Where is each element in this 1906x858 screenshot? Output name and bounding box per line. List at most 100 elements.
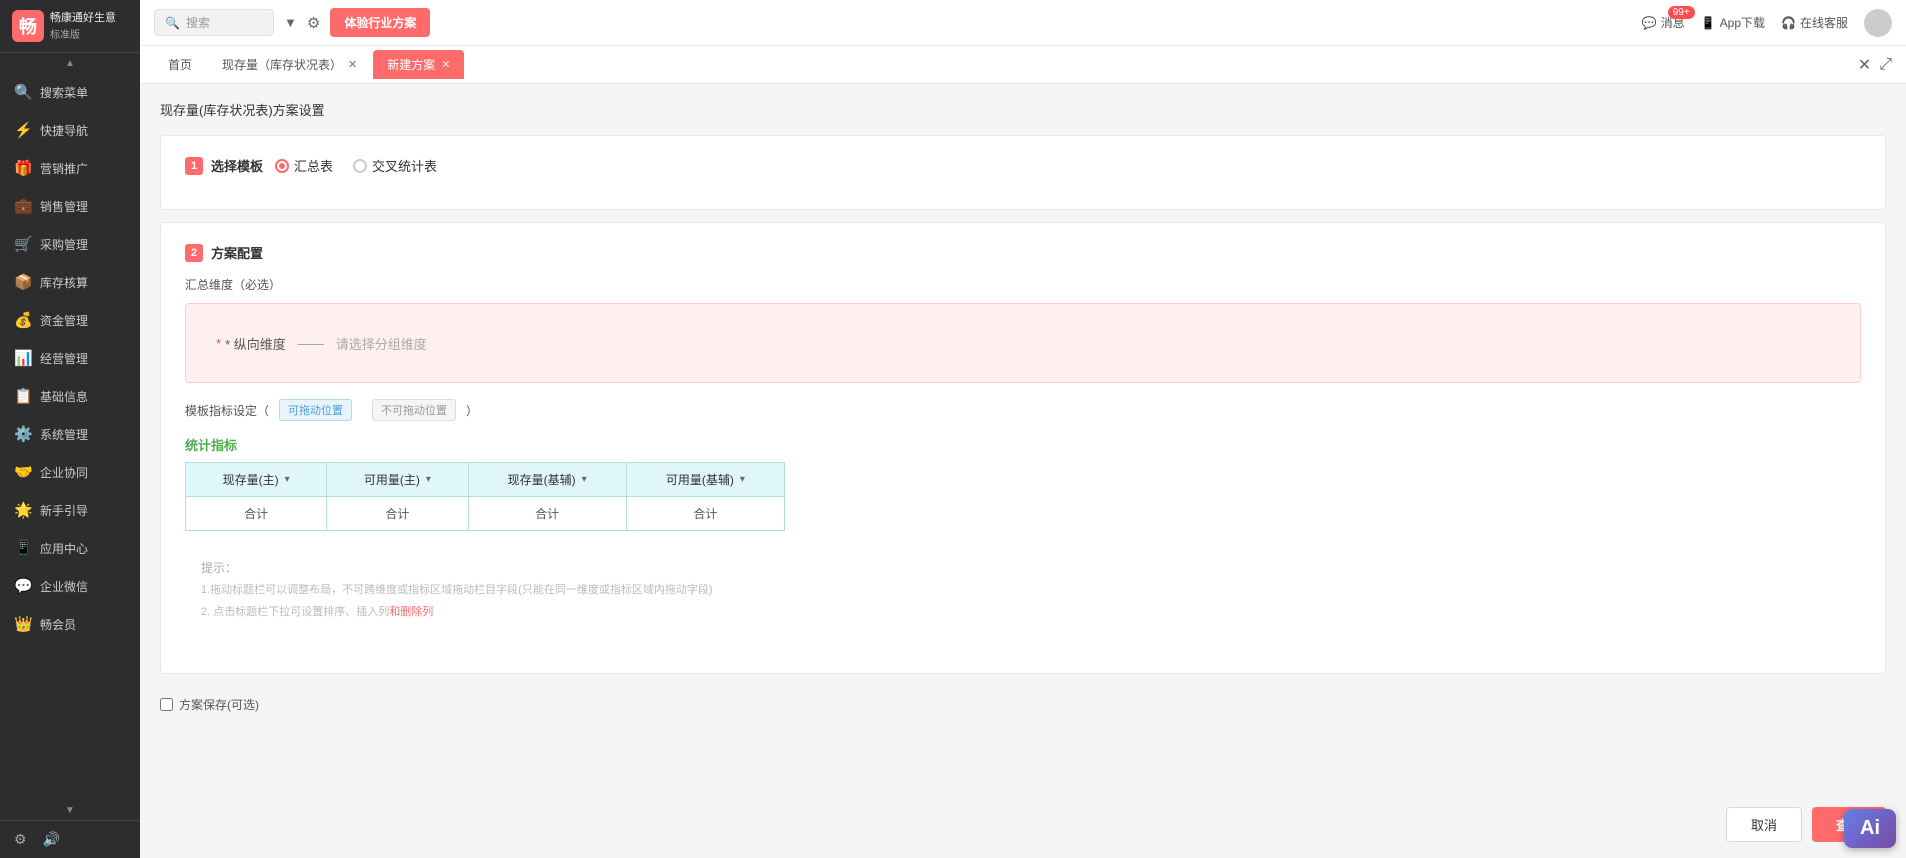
dimension-box[interactable]: * * 纵向维度 —— 请选择分组维度 [185, 303, 1861, 383]
sidebar-scroll-down[interactable]: ▼ [0, 800, 140, 820]
speaker-footer-icon[interactable]: 🔊 [43, 831, 60, 848]
online-service-button[interactable]: 🎧 在线客服 [1781, 14, 1848, 31]
try-industry-button[interactable]: 体验行业方案 [330, 8, 430, 37]
table-col-1-header[interactable]: 现存量(主) ▾ [186, 463, 327, 497]
sidebar-item-system[interactable]: ⚙️ 系统管理 [0, 415, 140, 453]
main-area: 🔍 搜索 ▼ ⚙ 体验行业方案 💬 消息 99+ 📱 App下载 🎧 在线客服 [140, 0, 1906, 858]
metrics-settings-label: 模板指标设定（ [185, 402, 269, 419]
sidebar-item-label: 营销推广 [40, 160, 88, 177]
page-title: 现存量(库存状况表)方案设置 [160, 100, 1886, 119]
message-button[interactable]: 💬 消息 99+ [1642, 14, 1685, 31]
sidebar-footer: ⚙ 🔊 [0, 820, 140, 858]
step2-panel: 2 方案配置 汇总维度（必选） * * 纵向维度 —— 请选择分组维度 模板指标… [160, 222, 1886, 674]
message-badge: 99+ [1668, 6, 1695, 19]
sidebar-item-wechat[interactable]: 💬 企业微信 [0, 567, 140, 605]
sidebar-item-search[interactable]: 🔍 搜索菜单 [0, 73, 140, 111]
sidebar-item-label: 畅会员 [40, 616, 76, 633]
sidebar-item-label: 应用中心 [40, 540, 88, 557]
sidebar-item-sales[interactable]: 💼 销售管理 [0, 187, 140, 225]
step2-number: 2 [185, 244, 203, 262]
step1-label: 选择模板 [211, 156, 263, 175]
app-download-label: App下载 [1720, 14, 1765, 31]
sidebar-item-purchase[interactable]: 🛒 采购管理 [0, 225, 140, 263]
topbar-search-box[interactable]: 🔍 搜索 [154, 9, 274, 36]
step1-header: 1 选择模板 汇总表 交叉统计表 [185, 156, 1861, 175]
template-options: 汇总表 交叉统计表 [275, 156, 437, 175]
sidebar-item-label: 销售管理 [40, 198, 88, 215]
sidebar-item-shortcut[interactable]: ⚡ 快捷导航 [0, 111, 140, 149]
tab-home-label: 首页 [168, 56, 192, 73]
settings-footer-icon[interactable]: ⚙ [14, 831, 27, 848]
non-draggable-badge: 不可拖动位置 [372, 399, 456, 421]
sidebar-nav: 🔍 搜索菜单 ⚡ 快捷导航 🎁 营销推广 💼 销售管理 🛒 采购管理 📦 库存核… [0, 73, 140, 800]
tab-new-plan-label: 新建方案 [387, 56, 435, 73]
system-icon: ⚙️ [14, 425, 32, 443]
marketing-icon: 🎁 [14, 159, 32, 177]
sidebar-item-apps[interactable]: 📱 应用中心 [0, 529, 140, 567]
ai-assistant-badge[interactable]: Ai [1844, 809, 1896, 848]
radio-cross[interactable]: 交叉统计表 [353, 156, 437, 175]
sales-icon: 💼 [14, 197, 32, 215]
inventory-icon: 📦 [14, 273, 32, 291]
tab-inventory-close-icon[interactable]: ✕ [348, 58, 357, 71]
sidebar-item-basic[interactable]: 📋 基础信息 [0, 377, 140, 415]
online-service-label: 在线客服 [1800, 14, 1848, 31]
table-col-3-header[interactable]: 现存量(基辅) ▾ [468, 463, 626, 497]
sidebar-item-marketing[interactable]: 🎁 营销推广 [0, 149, 140, 187]
search-input-icon: 🔍 [165, 16, 180, 30]
table-col-4-header[interactable]: 可用量(基辅) ▾ [626, 463, 784, 497]
search-icon: 🔍 [14, 83, 32, 101]
radio-summary-dot [275, 159, 289, 173]
metrics-settings-row: 模板指标设定（ 可拖动位置 不可拖动位置 ） [185, 399, 1861, 421]
sidebar-item-finance[interactable]: 💰 资金管理 [0, 301, 140, 339]
tab-new-plan[interactable]: 新建方案 ✕ [373, 50, 464, 79]
radio-summary-label: 汇总表 [294, 156, 333, 175]
close-panel-button[interactable]: ✕ [1858, 55, 1871, 75]
sidebar-item-member[interactable]: 👑 畅会员 [0, 605, 140, 643]
app-download-button[interactable]: 📱 App下载 [1701, 14, 1765, 31]
tip-item-1: 1.拖动标题栏可以调整布局，不可跨维度或指标区域拖动栏目字段(只能在同一维度或指… [201, 582, 1845, 600]
sidebar-item-agreement[interactable]: 🤝 企业协同 [0, 453, 140, 491]
sidebar-item-operation[interactable]: 📊 经营管理 [0, 339, 140, 377]
phone-icon: 📱 [1701, 16, 1716, 30]
tabbar: 首页 现存量（库存状况表） ✕ 新建方案 ✕ ✕ ⤢ [140, 46, 1906, 84]
col3-chevron-icon[interactable]: ▾ [582, 474, 587, 485]
main-content: 现存量(库存状况表)方案设置 1 选择模板 汇总表 交叉统计表 [140, 84, 1906, 858]
app-logo: 畅 畅康通好生意 标准版 [0, 0, 140, 53]
finance-icon: 💰 [14, 311, 32, 329]
sidebar-item-inventory[interactable]: 📦 库存核算 [0, 263, 140, 301]
topbar-right: 💬 消息 99+ 📱 App下载 🎧 在线客服 [1642, 9, 1892, 37]
cancel-button[interactable]: 取消 [1726, 807, 1802, 842]
tab-new-plan-close-icon[interactable]: ✕ [441, 58, 450, 71]
col2-subtotal: 合计 [327, 497, 468, 531]
step1-panel: 1 选择模板 汇总表 交叉统计表 [160, 135, 1886, 210]
expand-panel-button[interactable]: ⤢ [1879, 56, 1892, 74]
topbar-settings-icon[interactable]: ⚙ [307, 14, 320, 32]
table-col-2-header[interactable]: 可用量(主) ▾ [327, 463, 468, 497]
agreement-icon: 🤝 [14, 463, 32, 481]
metrics-settings-close: ） [466, 402, 478, 419]
tab-home[interactable]: 首页 [154, 50, 206, 79]
topbar-dropdown-button[interactable]: ▼ [284, 15, 297, 30]
save-option-checkbox[interactable] [160, 698, 173, 711]
app-version: 标准版 [50, 26, 116, 41]
tips-section: 提示： 1.拖动标题栏可以调整布局，不可跨维度或指标区域拖动栏目字段(只能在同一… [185, 547, 1861, 637]
sidebar-scroll-up[interactable]: ▲ [0, 53, 140, 73]
message-icon: 💬 [1642, 16, 1657, 30]
col4-chevron-icon[interactable]: ▾ [740, 474, 745, 485]
wechat-icon: 💬 [14, 577, 32, 595]
tab-inventory-status[interactable]: 现存量（库存状况表） ✕ [208, 50, 371, 79]
sidebar-item-label: 企业微信 [40, 578, 88, 595]
sidebar-item-guide[interactable]: 🌟 新手引导 [0, 491, 140, 529]
radio-summary[interactable]: 汇总表 [275, 156, 333, 175]
step1-number: 1 [185, 157, 203, 175]
sidebar-item-label: 库存核算 [40, 274, 88, 291]
sidebar-item-label: 新手引导 [40, 502, 88, 519]
draggable-badge: 可拖动位置 [279, 399, 352, 421]
sidebar-item-label: 采购管理 [40, 236, 88, 253]
col2-chevron-icon[interactable]: ▾ [426, 474, 431, 485]
shortcut-icon: ⚡ [14, 121, 32, 139]
dim-placeholder: 请选择分组维度 [336, 334, 427, 353]
user-avatar[interactable] [1864, 9, 1892, 37]
col1-chevron-icon[interactable]: ▾ [285, 474, 290, 485]
